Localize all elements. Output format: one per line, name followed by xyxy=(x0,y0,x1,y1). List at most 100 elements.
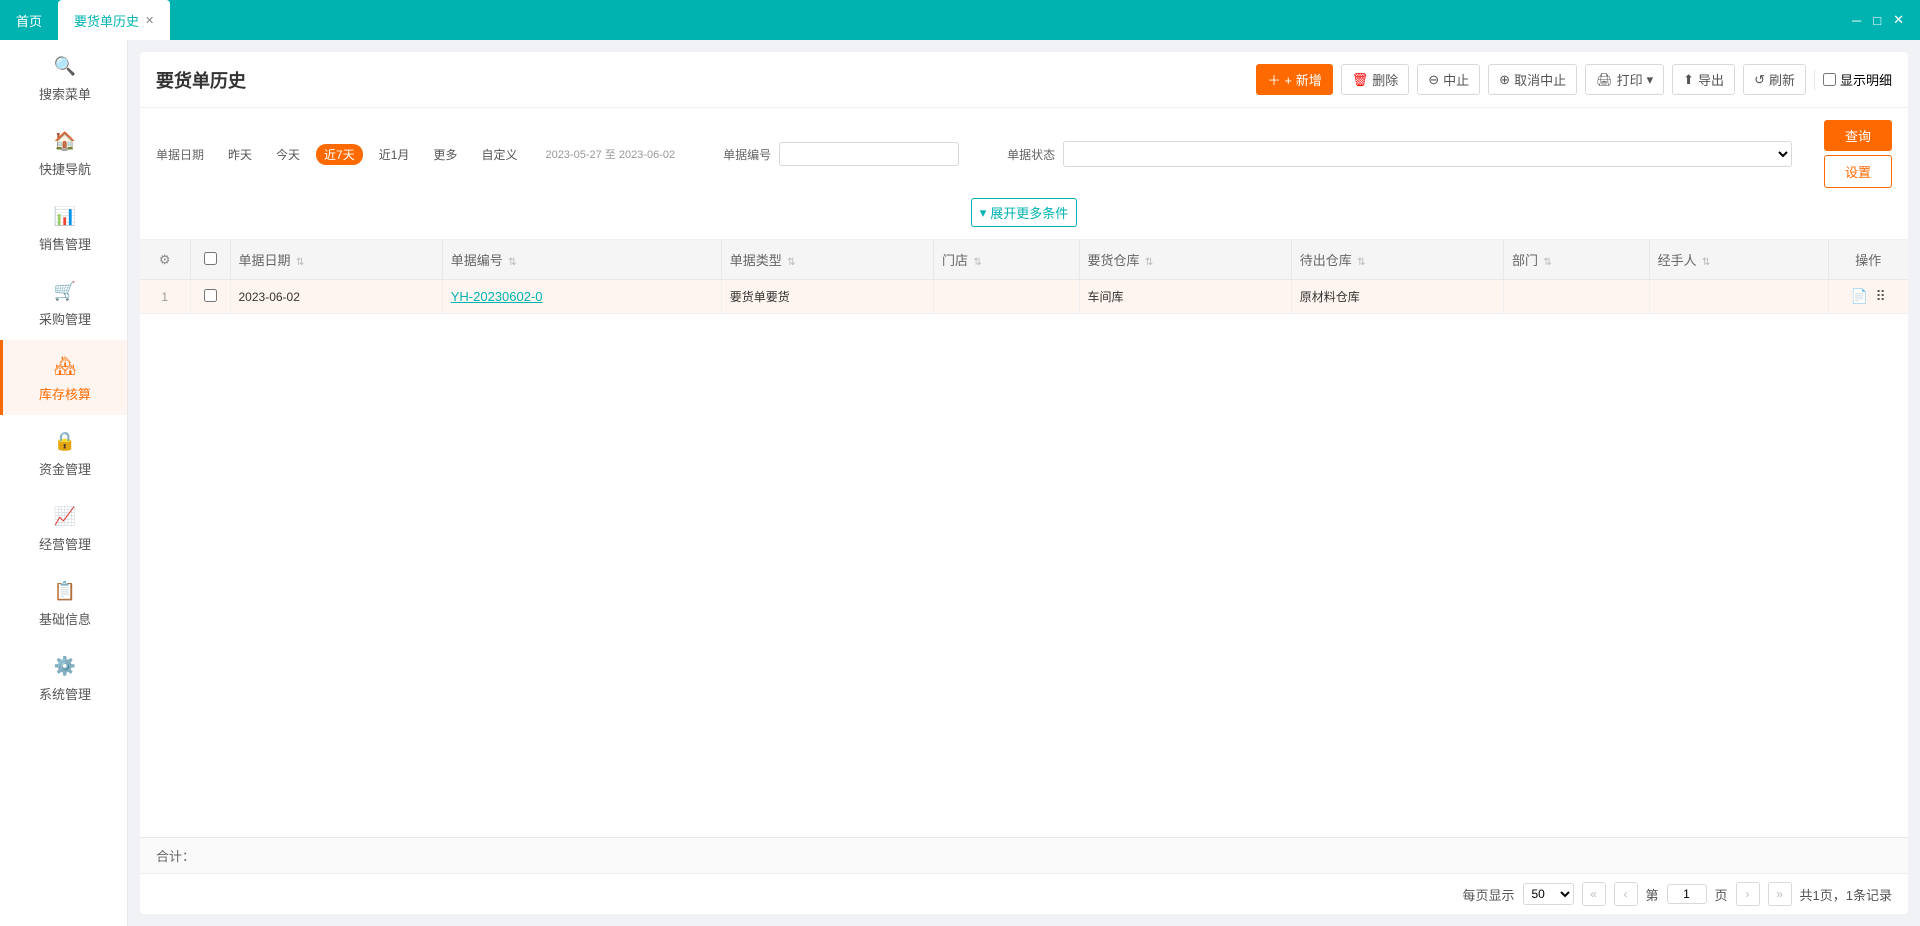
sidebar: 🔍 搜索菜单 🏠 快捷导航 📊 销售管理 🛒 采购管理 🏘 库存核算 🔒 资金管… xyxy=(0,40,128,926)
doc-number-input[interactable] xyxy=(779,142,959,166)
table-footer-summary: 合计： xyxy=(140,837,1908,873)
basics-icon: 📋 xyxy=(51,577,79,605)
next-page-button[interactable]: › xyxy=(1736,882,1760,906)
first-page-button[interactable]: « xyxy=(1582,882,1606,906)
close-button[interactable]: ✕ xyxy=(1893,12,1904,28)
sidebar-item-finance[interactable]: 🔒 资金管理 xyxy=(0,415,127,490)
delete-icon: 🗑 xyxy=(1352,72,1369,88)
row-handler xyxy=(1649,280,1828,314)
th-settings[interactable]: ⚙ xyxy=(140,240,190,280)
row-checkbox-cell xyxy=(190,280,230,314)
sort-date-icon: ⇅ xyxy=(296,257,304,268)
shortcut-custom[interactable]: 自定义 xyxy=(473,144,525,165)
expand-more-icon: ▾ xyxy=(980,205,987,221)
print-icon: 🖨 xyxy=(1596,72,1613,88)
doc-number-group: 单据编号 xyxy=(723,142,959,166)
th-actions: 操作 xyxy=(1828,240,1908,280)
sidebar-item-search-menu[interactable]: 🔍 搜索菜单 xyxy=(0,40,127,115)
shortcut-today[interactable]: 今天 xyxy=(268,144,308,165)
shortcut-yesterday[interactable]: 昨天 xyxy=(220,144,260,165)
th-type[interactable]: 单据类型 ⇅ xyxy=(721,240,933,280)
column-settings-icon[interactable]: ⚙ xyxy=(159,252,171,267)
row-number-link[interactable]: YH-20230602-0 xyxy=(451,289,543,304)
date-filter-label: 单据日期 xyxy=(156,146,204,163)
minimize-button[interactable]: ─ xyxy=(1852,13,1861,28)
row-edit-icon[interactable]: ⠿ xyxy=(1876,288,1886,304)
th-pending-warehouse[interactable]: 待出仓库 ⇅ xyxy=(1291,240,1503,280)
expand-more-button[interactable]: ▾ 展开更多条件 xyxy=(971,198,1078,227)
row-date: 2023-06-02 xyxy=(230,280,442,314)
sort-store-icon: ⇅ xyxy=(973,257,981,268)
toolbar-divider xyxy=(1814,70,1815,90)
sales-icon: 📊 xyxy=(51,202,79,230)
sidebar-item-basics[interactable]: 📋 基础信息 xyxy=(0,565,127,640)
sort-pending-warehouse-icon: ⇅ xyxy=(1357,257,1365,268)
maximize-button[interactable]: □ xyxy=(1873,13,1881,28)
sidebar-item-quick-nav[interactable]: 🏠 快捷导航 xyxy=(0,115,127,190)
shortcut-last7days[interactable]: 近7天 xyxy=(316,144,363,165)
th-handler[interactable]: 经手人 ⇅ xyxy=(1649,240,1828,280)
row-req-warehouse: 车间库 xyxy=(1079,280,1291,314)
th-department[interactable]: 部门 ⇅ xyxy=(1504,240,1650,280)
close-tab-icon[interactable]: ✕ xyxy=(145,14,154,27)
last-page-button[interactable]: » xyxy=(1768,882,1792,906)
print-button[interactable]: 🖨 打印 ▾ xyxy=(1585,64,1664,95)
shortcut-more[interactable]: 更多 xyxy=(425,144,465,165)
quick-nav-icon: 🏠 xyxy=(51,127,79,155)
pagination: 每页显示 50 100 « ‹ 第 页 › » 共1页，1条记录 xyxy=(140,873,1908,914)
sidebar-item-sales[interactable]: 📊 销售管理 xyxy=(0,190,127,265)
row-number: YH-20230602-0 xyxy=(442,280,721,314)
tab-order-history[interactable]: 要货单历史 ✕ xyxy=(58,0,170,40)
sidebar-item-operations[interactable]: 📈 经营管理 xyxy=(0,490,127,565)
page-current-label: 第 xyxy=(1646,885,1659,904)
page-title: 要货单历史 xyxy=(156,67,246,93)
refresh-icon: ↺ xyxy=(1754,72,1765,88)
cancel-stop-button[interactable]: ⊕ 取消中止 xyxy=(1488,64,1577,95)
sort-handler-icon: ⇅ xyxy=(1702,257,1710,268)
sidebar-item-inventory[interactable]: 🏘 库存核算 xyxy=(0,340,127,415)
sort-department-icon: ⇅ xyxy=(1543,257,1551,268)
row-department xyxy=(1504,280,1650,314)
query-button[interactable]: 查询 xyxy=(1824,120,1892,151)
table-body: 1 2023-06-02 YH-20230602-0 要货单要货 车间库 xyxy=(140,280,1908,314)
refresh-button[interactable]: ↺ 刷新 xyxy=(1743,64,1806,95)
doc-number-label: 单据编号 xyxy=(723,146,771,163)
filter-row-1: 单据日期 昨天 今天 近7天 近1月 更多 自定义 2023-05-27 至 2… xyxy=(156,120,1892,188)
th-checkbox xyxy=(190,240,230,280)
th-store[interactable]: 门店 ⇅ xyxy=(934,240,1080,280)
new-icon: ＋ xyxy=(1267,70,1280,89)
sidebar-item-purchase[interactable]: 🛒 采购管理 xyxy=(0,265,127,340)
print-chevron-icon: ▾ xyxy=(1647,72,1654,88)
select-all-checkbox[interactable] xyxy=(204,252,217,265)
main-layout: 🔍 搜索菜单 🏠 快捷导航 📊 销售管理 🛒 采购管理 🏘 库存核算 🔒 资金管… xyxy=(0,40,1920,926)
show-detail-checkbox[interactable] xyxy=(1823,73,1836,86)
export-button[interactable]: ⬆ 导出 xyxy=(1672,64,1735,95)
row-view-icon[interactable]: 📄 xyxy=(1851,288,1868,304)
date-shortcuts: 昨天 今天 近7天 近1月 更多 自定义 xyxy=(220,144,525,165)
tab-home[interactable]: 首页 xyxy=(0,0,58,40)
page-number-input[interactable] xyxy=(1667,884,1707,904)
date-range-display: 2023-05-27 至 2023-06-02 xyxy=(545,146,675,162)
table-row: 1 2023-06-02 YH-20230602-0 要货单要货 车间库 xyxy=(140,280,1908,314)
row-select-checkbox[interactable] xyxy=(204,289,217,302)
cancel-stop-icon: ⊕ xyxy=(1499,72,1510,88)
new-button[interactable]: ＋ + 新增 xyxy=(1256,64,1332,95)
export-icon: ⬆ xyxy=(1683,72,1694,88)
shortcut-last1month[interactable]: 近1月 xyxy=(371,144,418,165)
prev-page-button[interactable]: ‹ xyxy=(1614,882,1638,906)
sidebar-item-system[interactable]: ⚙️ 系统管理 xyxy=(0,640,127,715)
th-date[interactable]: 单据日期 ⇅ xyxy=(230,240,442,280)
show-detail-label[interactable]: 显示明细 xyxy=(1823,70,1892,89)
settings-button[interactable]: 设置 xyxy=(1824,155,1892,188)
page-toolbar: ＋ + 新增 🗑 删除 ⊖ 中止 ⊕ 取消中止 xyxy=(1256,64,1892,95)
th-number[interactable]: 单据编号 ⇅ xyxy=(442,240,721,280)
row-store xyxy=(934,280,1080,314)
per-page-select[interactable]: 50 100 xyxy=(1523,883,1574,905)
doc-status-select[interactable] xyxy=(1063,141,1792,167)
finance-icon: 🔒 xyxy=(51,427,79,455)
delete-button[interactable]: 🗑 删除 xyxy=(1341,64,1410,95)
stop-button[interactable]: ⊖ 中止 xyxy=(1417,64,1480,95)
th-req-warehouse[interactable]: 要货仓库 ⇅ xyxy=(1079,240,1291,280)
table-container: ⚙ 单据日期 ⇅ 单据编号 ⇅ xyxy=(140,240,1908,837)
doc-status-label: 单据状态 xyxy=(1007,146,1055,163)
